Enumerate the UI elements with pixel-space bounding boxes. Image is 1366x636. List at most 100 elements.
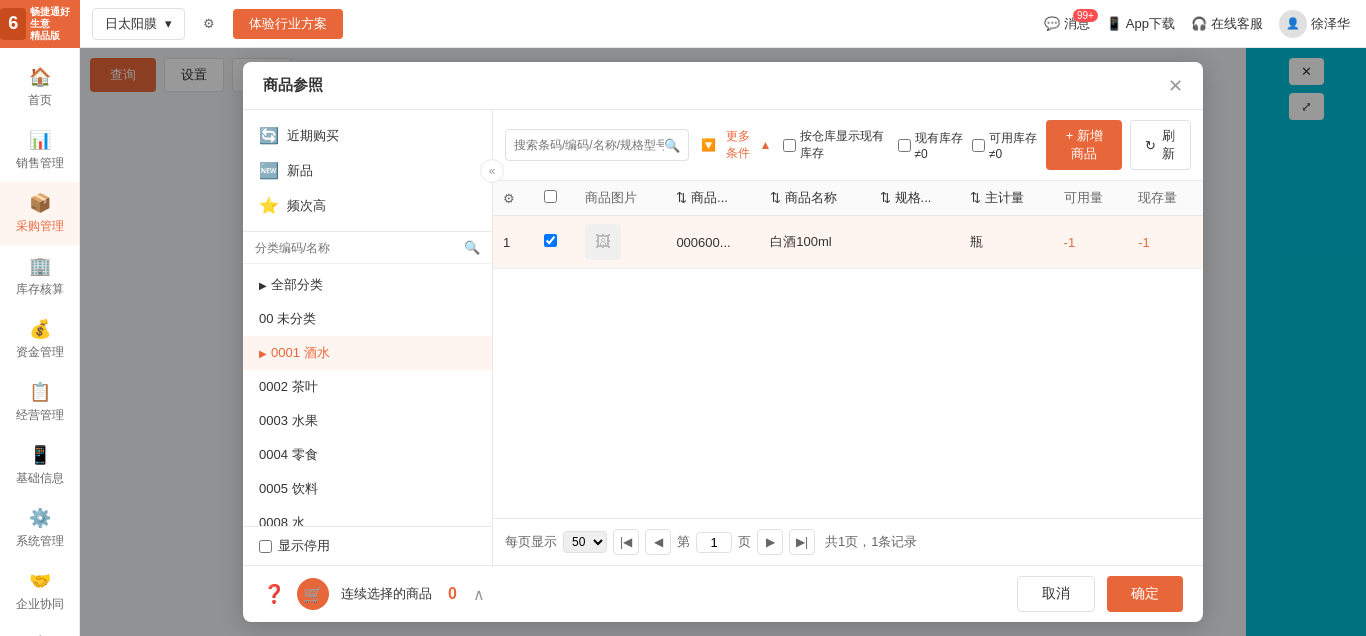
avatar-icon: 👤 [1279,10,1307,38]
main-layout: 🏠 首页 📊 销售管理 📦 采购管理 🏢 库存核算 💰 资金管理 📋 经营管理 … [0,48,1366,636]
sort-icon: ⇅ [770,190,781,205]
cart-icon: 🛒 [303,585,323,604]
modal-left-panel: 🔄 近期购买 🆕 新品 ⭐ 频次高 « [243,110,493,565]
row-checkbox-cell [534,216,576,269]
search-icon[interactable]: 🔍 [464,240,480,255]
row-image-cell: 🖼 [575,216,666,269]
more-filter-btn[interactable]: 🔽 更多条件 ▲ [697,128,775,162]
modal-title: 商品参照 [263,76,323,95]
cart-icon-wrap[interactable]: 🛒 [297,578,329,610]
modal-close-button[interactable]: ✕ [1168,77,1183,95]
sidebar-item-finance[interactable]: 💰 资金管理 [0,308,79,371]
add-product-btn[interactable]: + 新增商品 [1046,120,1122,170]
online-service-btn[interactable]: 🎧 在线客服 [1191,15,1263,33]
cancel-button[interactable]: 取消 [1017,576,1095,612]
help-icon[interactable]: ❓ [263,583,285,605]
logo-icon: 6 [0,8,26,40]
modal-left-footer: 显示停用 [243,526,492,565]
next-page-btn[interactable]: ▶ [757,529,783,555]
sidebar-item-basic[interactable]: 📱 基础信息 [0,434,79,497]
col-unit[interactable]: ⇅ 主计量 [960,181,1053,216]
modal-footer: ❓ 🛒 连续选择的商品 0 ∧ 取消 确定 [243,565,1203,622]
table-row[interactable]: 1 🖼 [493,216,1203,269]
category-0008[interactable]: 0008 水 [243,506,492,526]
chevron-down-icon: ▾ [165,16,172,31]
category-search-input[interactable] [255,241,460,255]
category-0004[interactable]: 0004 零食 [243,438,492,472]
sidebar-item-guide[interactable]: 🎓 新手引导 [0,623,79,636]
filter-icon: 🔽 [701,138,716,152]
show-disabled-checkbox[interactable] [259,540,272,553]
sidebar-item-purchase[interactable]: 📦 采购管理 [0,182,79,245]
app-download-btn[interactable]: 📱 App下载 [1106,15,1175,33]
system-icon: ⚙️ [29,507,51,529]
continuous-count: 0 [448,585,457,603]
navbar-right: 💬 消息 99+ 📱 App下载 🎧 在线客服 👤 徐泽华 [1044,10,1350,38]
quick-nav: 🔄 近期购买 🆕 新品 ⭐ 频次高 « [243,110,492,232]
select-all-checkbox[interactable] [544,190,557,203]
collapse-btn[interactable]: « [480,159,504,183]
row-checkbox[interactable] [544,234,557,247]
experience-button[interactable]: 体验行业方案 [233,9,343,39]
prev-page-btn[interactable]: ◀ [645,529,671,555]
row-stock: -1 [1128,216,1203,269]
warehouse-checkbox-wrap: 按仓库显示现有库存 [783,128,889,162]
warehouse-checkbox[interactable] [783,139,796,152]
row-code: 000600... [666,216,760,269]
col-name[interactable]: ⇅ 商品名称 [760,181,870,216]
refresh-icon: ↻ [1145,138,1156,153]
confirm-button[interactable]: 确定 [1107,576,1183,612]
available-checkbox-wrap: 现有库存≠0 [898,130,964,161]
pagination: 每页显示 50 |◀ ◀ 第 1 页 ▶ ▶| 共1页，1条记录 [493,518,1203,565]
category-0002[interactable]: 0002 茶叶 [243,370,492,404]
sidebar-item-operations[interactable]: 📋 经营管理 [0,371,79,434]
last-page-btn[interactable]: ▶| [789,529,815,555]
nav-new-product[interactable]: 🆕 新品 [243,153,492,188]
col-spec[interactable]: ⇅ 规格... [870,181,960,216]
row-available: -1 [1054,216,1129,269]
product-search-input[interactable] [514,138,664,152]
category-all[interactable]: ▶ 全部分类 [243,268,492,302]
sidebar-item-home[interactable]: 🏠 首页 [0,56,79,119]
nav-frequent[interactable]: ⭐ 频次高 [243,188,492,223]
page-number-input[interactable]: 1 [696,532,732,553]
category-00[interactable]: 00 未分类 [243,302,492,336]
per-page-label: 每页显示 [505,533,557,551]
col-settings[interactable]: ⚙ [493,181,534,216]
sidebar-item-system[interactable]: ⚙️ 系统管理 [0,497,79,560]
product-data-table: ⚙ 商品图片 ⇅ 商品... ⇅ [493,181,1203,269]
category-0003[interactable]: 0003 水果 [243,404,492,438]
operations-icon: 📋 [29,381,51,403]
store-dropdown[interactable]: 日太阳膜 ▾ [92,8,185,40]
purchase-icon: 📦 [29,192,51,214]
settings-icon[interactable]: ⚙ [193,8,225,40]
col-available: 可用量 [1054,181,1129,216]
category-0001[interactable]: ▶ 0001 酒水 [243,336,492,370]
nav-recent-purchase[interactable]: 🔄 近期购买 [243,118,492,153]
usable-checkbox[interactable] [972,139,985,152]
sidebar-item-enterprise[interactable]: 🤝 企业协同 [0,560,79,623]
basic-icon: 📱 [29,444,51,466]
fold-btn[interactable]: ∧ [473,585,485,604]
refresh-btn[interactable]: ↻ 刷新 [1130,120,1191,170]
user-avatar[interactable]: 👤 徐泽华 [1279,10,1350,38]
modal-overlay: 商品参照 ✕ 🔄 近期购买 🆕 [80,48,1366,636]
row-spec [870,216,960,269]
sidebar-item-inventory[interactable]: 🏢 库存核算 [0,245,79,308]
sales-icon: 📊 [29,129,51,151]
category-0005[interactable]: 0005 饮料 [243,472,492,506]
sidebar-item-sales[interactable]: 📊 销售管理 [0,119,79,182]
first-page-btn[interactable]: |◀ [613,529,639,555]
notifications-btn[interactable]: 💬 消息 99+ [1044,15,1090,33]
home-icon: 🏠 [29,66,51,88]
row-name: 白酒100ml [760,216,870,269]
chevron-up-icon: ▲ [760,138,772,152]
col-code[interactable]: ⇅ 商品... [666,181,760,216]
available-checkbox[interactable] [898,139,911,152]
star-icon: ⭐ [259,196,279,215]
search-icon[interactable]: 🔍 [664,138,680,153]
modal-body: 🔄 近期购买 🆕 新品 ⭐ 频次高 « [243,110,1203,565]
per-page-select[interactable]: 50 [563,531,607,553]
arrow-icon: ▶ [259,280,267,291]
logo-text: 畅捷通好生意 精品版 [30,6,80,42]
